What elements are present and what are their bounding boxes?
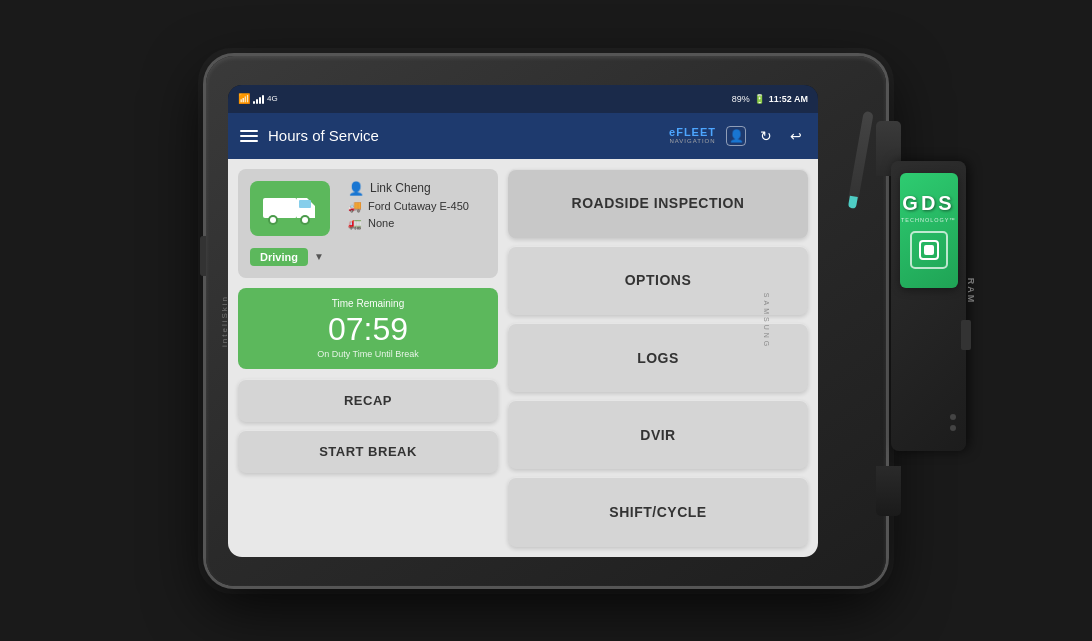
time-label: Time Remaining [250,298,486,309]
tablet-shell: inteliSkin 📶 4G 89% � [206,56,886,586]
screen-bezel: 📶 4G 89% 🔋 11:52 AM [228,85,818,557]
bar2 [256,99,258,104]
trailer-name: None [368,217,394,229]
time-value: 07:59 [250,313,486,345]
vehicle-row: 🚚 Ford Cutaway E-450 [348,200,469,213]
ram-label: RAM [966,278,976,305]
gds-brand-text: GDS [902,192,954,215]
wifi-icon: 📶 [238,93,250,104]
left-panel: 👤 Link Cheng 🚚 Ford Cutaway E-450 🚛 Non [238,169,498,547]
gds-indicators [950,414,956,431]
svg-rect-0 [263,198,297,218]
gds-module: GDS TECHNOLOGY™ RAM [866,161,966,481]
stylus-tip [848,195,858,208]
dvir-button[interactable]: DVIR [508,400,808,469]
hamburger-line3 [240,140,258,142]
driver-card-inner: 👤 Link Cheng 🚚 Ford Cutaway E-450 🚛 Non [250,181,486,236]
hamburger-line1 [240,130,258,132]
menu-button[interactable] [240,130,258,142]
recap-button[interactable]: RECAP [238,379,498,422]
svg-rect-8 [924,245,934,255]
driver-info-card: 👤 Link Cheng 🚚 Ford Cutaway E-450 🚛 Non [238,169,498,278]
gds-logo-box [910,231,948,269]
stylus-body [848,110,873,200]
gds-green-panel: GDS TECHNOLOGY™ [900,173,958,288]
driver-details: 👤 Link Cheng 🚚 Ford Cutaway E-450 🚛 Non [348,181,469,234]
left-action-buttons: RECAP START BREAK [238,379,498,473]
indicator-2 [950,425,956,431]
battery-icon: 🔋 [754,94,765,104]
nav-left: Hours of Service [240,127,379,144]
current-time: 11:52 AM [769,94,808,104]
gds-body: GDS TECHNOLOGY™ RAM [891,161,966,451]
vehicle-name: Ford Cutaway E-450 [368,200,469,212]
indicator-1 [950,414,956,420]
nav-title: Hours of Service [268,127,379,144]
main-content: 👤 Link Cheng 🚚 Ford Cutaway E-450 🚛 Non [228,159,818,557]
cell-signal [253,94,264,104]
signal-type: 4G [267,94,278,103]
volume-button [200,236,206,276]
svg-rect-6 [299,200,311,208]
hamburger-line2 [240,135,258,137]
gds-subtitle: TECHNOLOGY™ [901,217,956,223]
brand-sub: NAVIGATION [669,138,715,144]
mount-bottom [876,466,901,516]
svg-point-3 [270,217,276,223]
shift-cycle-button[interactable]: SHIFT/CYCLE [508,477,808,546]
right-panel: ROADSIDE INSPECTION OPTIONS LOGS DVIR SH… [508,169,808,547]
battery-percent: 89% [732,94,750,104]
samsung-label: SAMSUNG [762,292,769,348]
start-break-button[interactable]: START BREAK [238,430,498,473]
status-badge[interactable]: Driving [250,248,308,266]
truck-icon [250,181,330,236]
bar4 [262,95,264,104]
brand-name: eFLEET [669,127,716,138]
nav-right: eFLEET NAVIGATION 👤 ↻ ↩ [669,126,806,146]
dropdown-icon[interactable]: ▼ [314,251,324,262]
bar3 [259,97,261,104]
status-left: 📶 4G [238,93,278,104]
fleet-logo: eFLEET NAVIGATION [669,127,716,144]
refresh-icon[interactable]: ↻ [756,126,776,146]
driving-status-row: Driving ▼ [250,248,486,266]
status-bar: 📶 4G 89% 🔋 11:52 AM [228,85,818,113]
driver-name: Link Cheng [370,181,431,195]
trailer-icon: 🚛 [348,217,362,230]
roadside-inspection-button[interactable]: ROADSIDE INSPECTION [508,169,808,238]
gds-logo-svg [917,238,941,262]
profile-icon[interactable]: 👤 [726,126,746,146]
time-description: On Duty Time Until Break [250,349,486,359]
trailer-row: 🚛 None [348,217,469,230]
nav-bar: Hours of Service eFLEET NAVIGATION 👤 ↻ ↩ [228,113,818,159]
bar1 [253,101,255,104]
usb-port [961,320,971,350]
scene: inteliSkin 📶 4G 89% � [0,0,1092,641]
status-right: 89% 🔋 11:52 AM [732,94,808,104]
truck-small-icon: 🚚 [348,200,362,213]
logout-icon[interactable]: ↩ [786,126,806,146]
driver-name-row: 👤 Link Cheng [348,181,469,196]
person-icon: 👤 [348,181,364,196]
time-remaining-card: Time Remaining 07:59 On Duty Time Until … [238,288,498,369]
truck-svg [263,190,317,226]
svg-point-5 [302,217,308,223]
